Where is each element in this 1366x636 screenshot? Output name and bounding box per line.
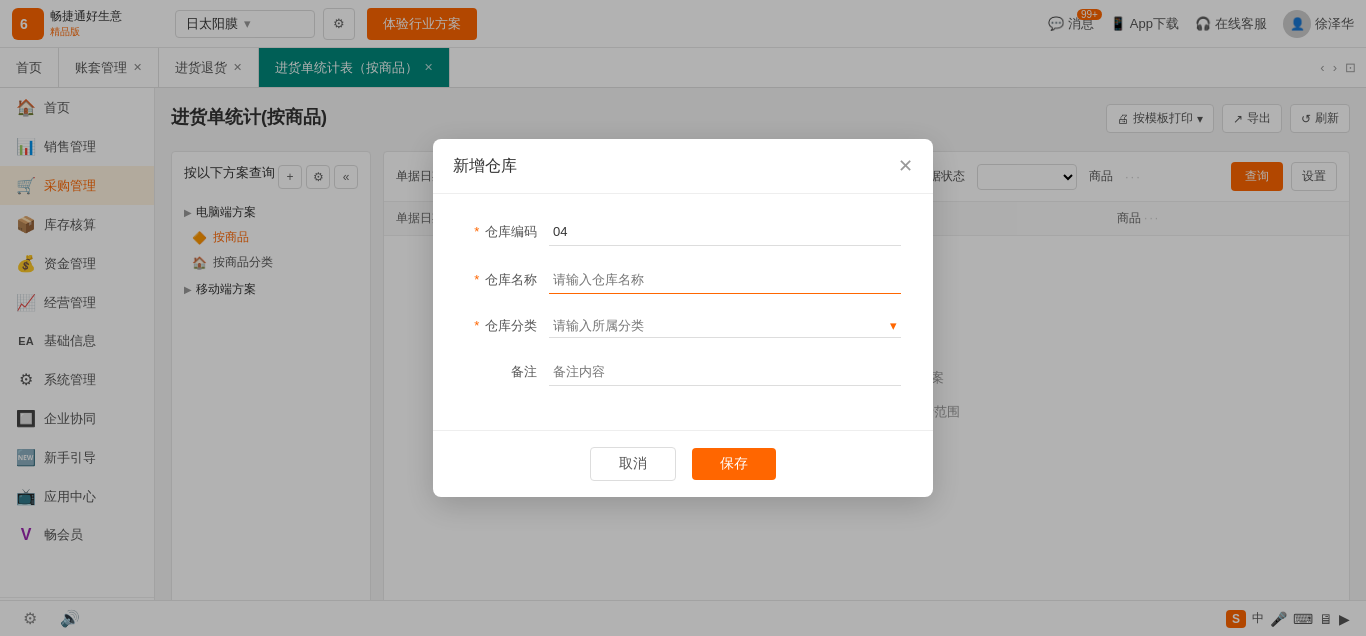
form-row-remark: 备注 xyxy=(465,358,901,386)
required-mark-name: * xyxy=(474,272,479,287)
required-mark: * xyxy=(474,224,479,239)
code-label: * 仓库编码 xyxy=(465,223,537,241)
category-dropdown-icon: ▾ xyxy=(890,318,897,333)
warehouse-code-input[interactable] xyxy=(549,218,901,246)
dialog-title: 新增仓库 xyxy=(453,156,517,177)
form-row-code: * 仓库编码 xyxy=(465,218,901,246)
cancel-button[interactable]: 取消 xyxy=(590,447,676,481)
form-row-name: * 仓库名称 xyxy=(465,266,901,294)
new-warehouse-dialog: 新增仓库 ✕ * 仓库编码 * 仓库名称 * 仓库分类 xyxy=(433,139,933,497)
required-mark-category: * xyxy=(474,318,479,333)
remark-label: 备注 xyxy=(465,363,537,381)
category-input[interactable] xyxy=(553,318,890,333)
dialog-header: 新增仓库 ✕ xyxy=(433,139,933,194)
dialog-body: * 仓库编码 * 仓库名称 * 仓库分类 ▾ 备注 xyxy=(433,194,933,430)
form-row-category: * 仓库分类 ▾ xyxy=(465,314,901,338)
save-button[interactable]: 保存 xyxy=(692,448,776,480)
dialog-footer: 取消 保存 xyxy=(433,430,933,497)
remark-input[interactable] xyxy=(549,358,901,386)
category-select-wrap[interactable]: ▾ xyxy=(549,314,901,338)
dialog-close-button[interactable]: ✕ xyxy=(898,155,913,177)
name-label: * 仓库名称 xyxy=(465,271,537,289)
category-label: * 仓库分类 xyxy=(465,317,537,335)
warehouse-name-input[interactable] xyxy=(549,266,901,294)
